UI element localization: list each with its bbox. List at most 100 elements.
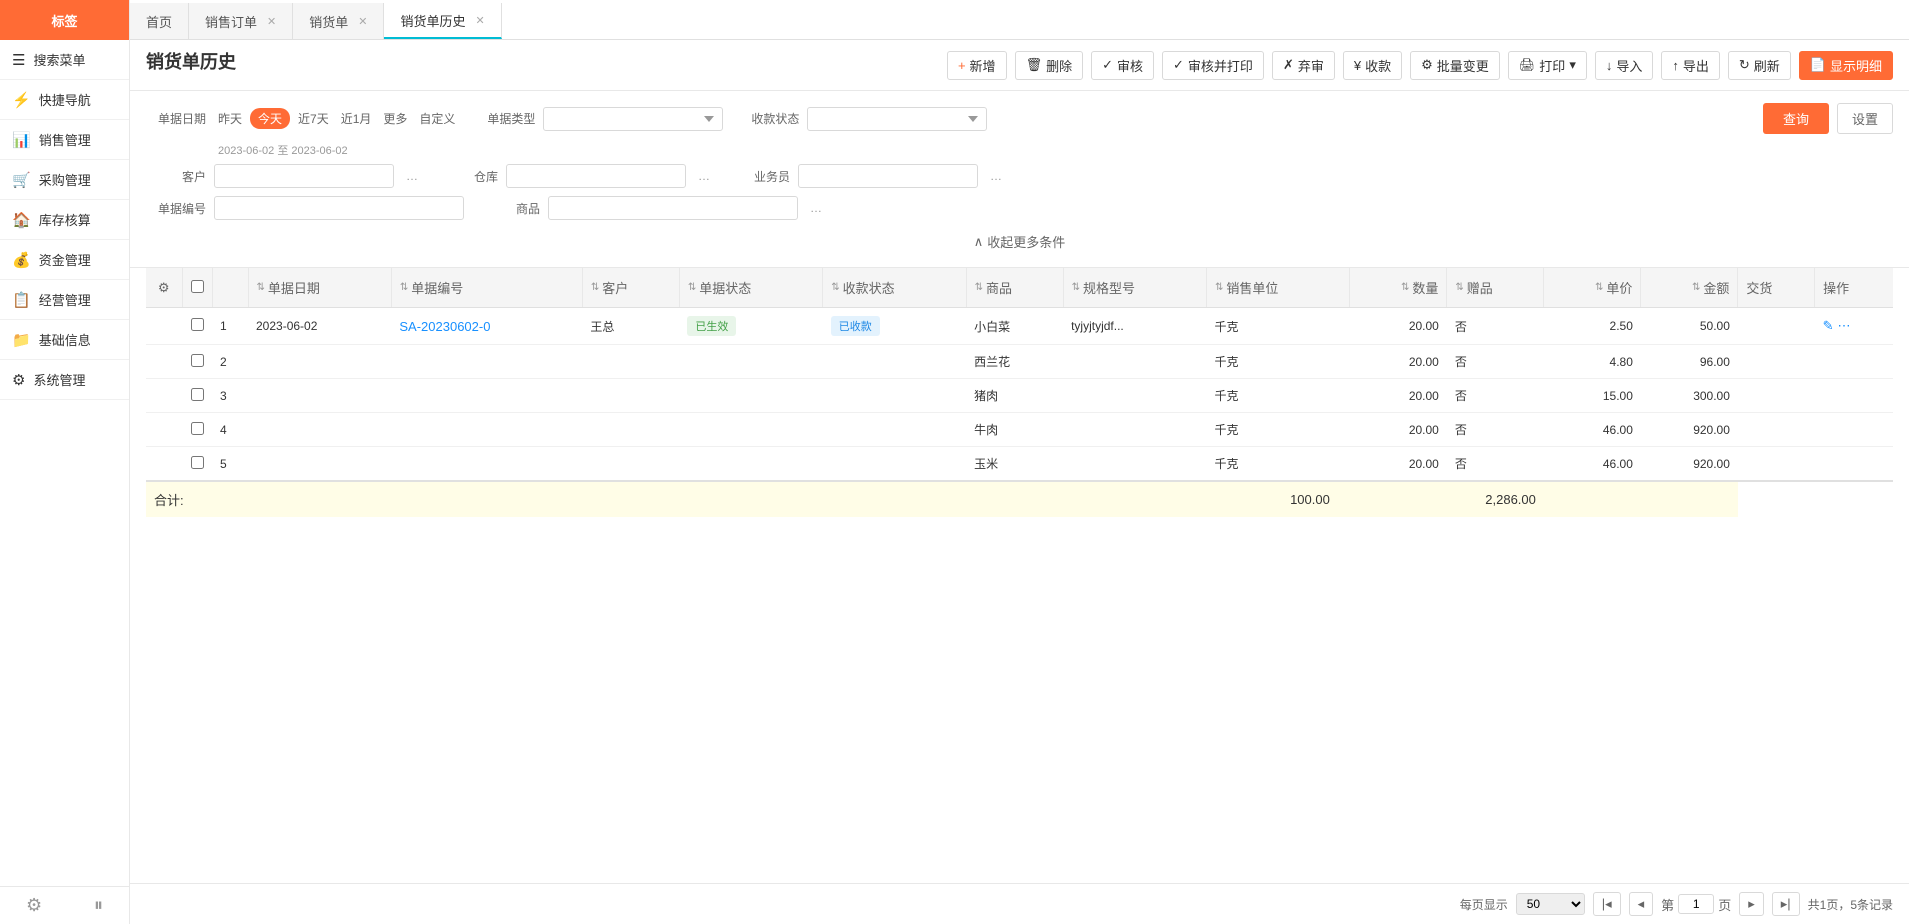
query-button[interactable]: 查询 (1763, 103, 1829, 134)
doc-type-select[interactable] (543, 107, 723, 131)
sidebar-item-quick-nav[interactable]: ⚡ 快捷导航 (0, 80, 129, 120)
row-checkbox-3[interactable] (191, 422, 204, 435)
sort-sales-unit-icon[interactable]: ⇅ (1215, 282, 1223, 293)
shortcut-yesterday[interactable]: 昨天 (214, 108, 246, 129)
select-all-checkbox[interactable] (191, 280, 204, 293)
collapse-filter-button[interactable]: ∧ 收起更多条件 (146, 228, 1893, 255)
unit-price-col-header[interactable]: ⇅ 单价 (1544, 268, 1641, 308)
row-checkbox-0[interactable] (191, 318, 204, 331)
sidebar-item-basic-info[interactable]: 📁 基础信息 (0, 320, 129, 360)
warehouse-input[interactable] (506, 164, 686, 188)
audit-button[interactable]: ✓ 审核 (1091, 51, 1154, 80)
new-button[interactable]: + 新增 (947, 51, 1007, 80)
sidebar-item-sales-mgmt[interactable]: 📊 销售管理 (0, 120, 129, 160)
delete-button[interactable]: 🗑 删除 (1015, 51, 1084, 80)
import-button[interactable]: ↓ 导入 (1595, 51, 1654, 80)
checkbox-col-header[interactable] (182, 268, 212, 308)
tab-sales-history[interactable]: 销货单历史 ✕ (384, 3, 501, 39)
business-icon: 📋 (12, 291, 31, 309)
show-detail-button[interactable]: 📄 显示明细 (1799, 51, 1893, 80)
doc-status-col-header[interactable]: ⇅ 单据状态 (679, 268, 822, 308)
sort-doc-date-icon[interactable]: ⇅ (257, 282, 265, 293)
page-size-select[interactable]: 50 20 100 (1516, 893, 1585, 915)
shortcut-today[interactable]: 今天 (250, 108, 290, 129)
first-page-button[interactable]: |◂ (1593, 892, 1621, 916)
sidebar-toggle-icon[interactable]: ⏸ (94, 895, 103, 916)
customer-col-header[interactable]: ⇅ 客户 (582, 268, 679, 308)
sidebar-item-search-menu[interactable]: ☰ 搜索菜单 (0, 40, 129, 80)
row-checkbox-1[interactable] (191, 354, 204, 367)
customer-input[interactable] (214, 164, 394, 188)
product-ellipsis[interactable]: … (806, 201, 826, 215)
doc-status-cell (679, 345, 822, 379)
doc-date-cell: 2023-06-02 (248, 308, 391, 345)
shortcut-custom[interactable]: 自定义 (415, 108, 459, 129)
audit-print-button[interactable]: ✓ 审核并打印 (1162, 51, 1264, 80)
sidebar-item-capital-mgmt[interactable]: 💰 资金管理 (0, 240, 129, 280)
salesperson-ellipsis[interactable]: … (986, 169, 1006, 183)
more-actions-icon[interactable]: ⋯ (1838, 318, 1851, 333)
gift-cell: 否 (1447, 345, 1544, 379)
next-page-button[interactable]: ▸ (1739, 892, 1764, 916)
sort-product-icon[interactable]: ⇅ (975, 282, 983, 293)
customer-cell: 王总 (582, 308, 679, 345)
spec-cell (1063, 345, 1206, 379)
sort-customer-icon[interactable]: ⇅ (591, 282, 599, 293)
page-number-input[interactable] (1678, 894, 1714, 914)
export-button[interactable]: ↑ 导出 (1661, 51, 1720, 80)
sort-quantity-icon[interactable]: ⇅ (1401, 282, 1409, 293)
doc-date-col-header[interactable]: ⇅ 单据日期 (248, 268, 391, 308)
sales-unit-col-header[interactable]: ⇅ 销售单位 (1206, 268, 1349, 308)
last-page-button[interactable]: ▸| (1772, 892, 1800, 916)
sidebar-item-system-mgmt[interactable]: ⚙ 系统管理 (0, 360, 129, 400)
payment-status-select[interactable] (807, 107, 987, 131)
collect-icon: ¥ (1354, 58, 1361, 73)
print-button[interactable]: 🖨 打印 ▾ (1508, 51, 1587, 80)
doc-no-link[interactable]: SA-20230602-0 (399, 319, 490, 334)
warehouse-ellipsis[interactable]: … (694, 169, 714, 183)
sidebar-settings-icon[interactable]: ⚙ (26, 895, 42, 916)
sort-doc-no-icon[interactable]: ⇅ (400, 282, 408, 293)
tab-home[interactable]: 首页 (130, 3, 189, 39)
sort-unit-price-icon[interactable]: ⇅ (1595, 282, 1603, 293)
product-col-header[interactable]: ⇅ 商品 (966, 268, 1063, 308)
salesperson-input[interactable] (798, 164, 978, 188)
prev-page-button[interactable]: ◂ (1629, 892, 1654, 916)
edit-icon[interactable]: ✎ (1823, 318, 1834, 333)
abandon-button[interactable]: ✗ 弃审 (1272, 51, 1335, 80)
customer-ellipsis[interactable]: … (402, 169, 422, 183)
settings-col-header[interactable]: ⚙ (146, 268, 182, 308)
gift-col-header[interactable]: ⇅ 赠品 (1447, 268, 1544, 308)
sort-spec-icon[interactable]: ⇅ (1072, 282, 1080, 293)
shortcut-month[interactable]: 近1月 (337, 108, 376, 129)
close-sales-delivery-tab[interactable]: ✕ (358, 15, 367, 28)
sort-doc-status-icon[interactable]: ⇅ (688, 282, 696, 293)
batch-change-button[interactable]: ⚙ 批量变更 (1410, 51, 1500, 80)
docno-input[interactable] (214, 196, 464, 220)
shortcut-more[interactable]: 更多 (379, 108, 411, 129)
filter-settings-button[interactable]: 设置 (1837, 103, 1893, 134)
refresh-button[interactable]: ↻ 刷新 (1728, 51, 1791, 80)
shortcut-week[interactable]: 近7天 (294, 108, 333, 129)
sidebar-item-inventory-calc[interactable]: 🏠 库存核算 (0, 200, 129, 240)
doc-no-cell (391, 345, 582, 379)
sidebar-item-purchase-mgmt[interactable]: 🛒 采购管理 (0, 160, 129, 200)
product-input[interactable] (548, 196, 798, 220)
close-sales-order-tab[interactable]: ✕ (267, 15, 276, 28)
collect-button[interactable]: ¥ 收款 (1343, 51, 1402, 80)
row-checkbox-2[interactable] (191, 388, 204, 401)
row-checkbox-4[interactable] (191, 456, 204, 469)
table-settings-icon[interactable]: ⚙ (158, 280, 170, 295)
doc-no-col-header[interactable]: ⇅ 单据编号 (391, 268, 582, 308)
sort-gift-icon[interactable]: ⇅ (1455, 282, 1463, 293)
sidebar-item-business-mgmt[interactable]: 📋 经营管理 (0, 280, 129, 320)
spec-col-header[interactable]: ⇅ 规格型号 (1063, 268, 1206, 308)
payment-status-col-header[interactable]: ⇅ 收款状态 (823, 268, 966, 308)
quantity-col-header[interactable]: ⇅ 数量 (1350, 268, 1447, 308)
tab-sales-delivery[interactable]: 销货单 ✕ (293, 3, 384, 39)
sort-payment-status-icon[interactable]: ⇅ (831, 282, 839, 293)
close-sales-history-tab[interactable]: ✕ (476, 14, 485, 27)
sort-amount-icon[interactable]: ⇅ (1692, 282, 1700, 293)
amount-col-header[interactable]: ⇅ 金额 (1641, 268, 1738, 308)
tab-sales-order[interactable]: 销售订单 ✕ (189, 3, 293, 39)
